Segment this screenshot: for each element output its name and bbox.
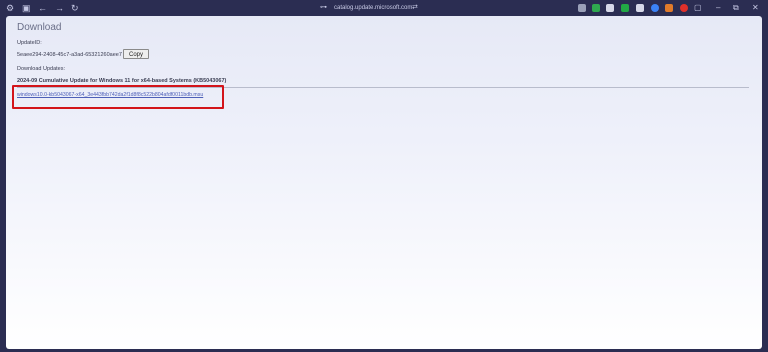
extension-1-icon[interactable]	[578, 4, 586, 12]
address-text: catalog.update.microsoft.com	[334, 5, 413, 11]
app-menu-icon[interactable]: ⚙	[6, 3, 14, 13]
extension-7-icon[interactable]	[665, 4, 673, 12]
update-id-value: 5eaee294-2408-45c7-a3ad-65321260aee7	[17, 52, 122, 58]
forward-icon[interactable]: →	[55, 3, 64, 13]
extension-5-icon[interactable]	[636, 4, 644, 12]
extension-2-icon[interactable]	[592, 4, 600, 12]
extension-3-icon[interactable]	[606, 4, 614, 12]
sidebar-icon[interactable]: ▣	[22, 3, 31, 13]
download-link[interactable]: windows10.0-kb5043067-x64_3e443fbb742da2…	[17, 92, 203, 98]
copy-button[interactable]: Copy	[123, 49, 149, 59]
site-info-icon[interactable]: ⊶	[320, 3, 327, 13]
update-title: 2024-09 Cumulative Update for Windows 11…	[17, 78, 227, 84]
address-bar[interactable]: ⊶ catalog.update.microsoft.com ⇄	[316, 3, 426, 13]
page-title: Download	[17, 22, 62, 33]
extension-4-icon[interactable]	[621, 4, 629, 12]
restore-icon[interactable]: ⧉	[733, 3, 739, 13]
extension-8-icon[interactable]	[680, 4, 688, 12]
close-icon[interactable]: ✕	[752, 3, 759, 13]
browser-toolbar: ⚙ ▣ ← → ↻ ⊶ catalog.update.microsoft.com…	[0, 0, 768, 16]
profile-icon[interactable]: ▢	[694, 3, 702, 13]
share-icon[interactable]: ⇄	[412, 3, 418, 13]
minimize-icon[interactable]: –	[716, 3, 720, 13]
download-page: Download UpdateID: 5eaee294-2408-45c7-a3…	[6, 16, 762, 349]
back-icon[interactable]: ←	[38, 3, 47, 13]
extension-6-icon[interactable]	[651, 4, 659, 12]
update-id-label: UpdateID:	[17, 40, 42, 46]
download-updates-label: Download Updates:	[17, 66, 66, 72]
reload-icon[interactable]: ↻	[71, 3, 79, 13]
